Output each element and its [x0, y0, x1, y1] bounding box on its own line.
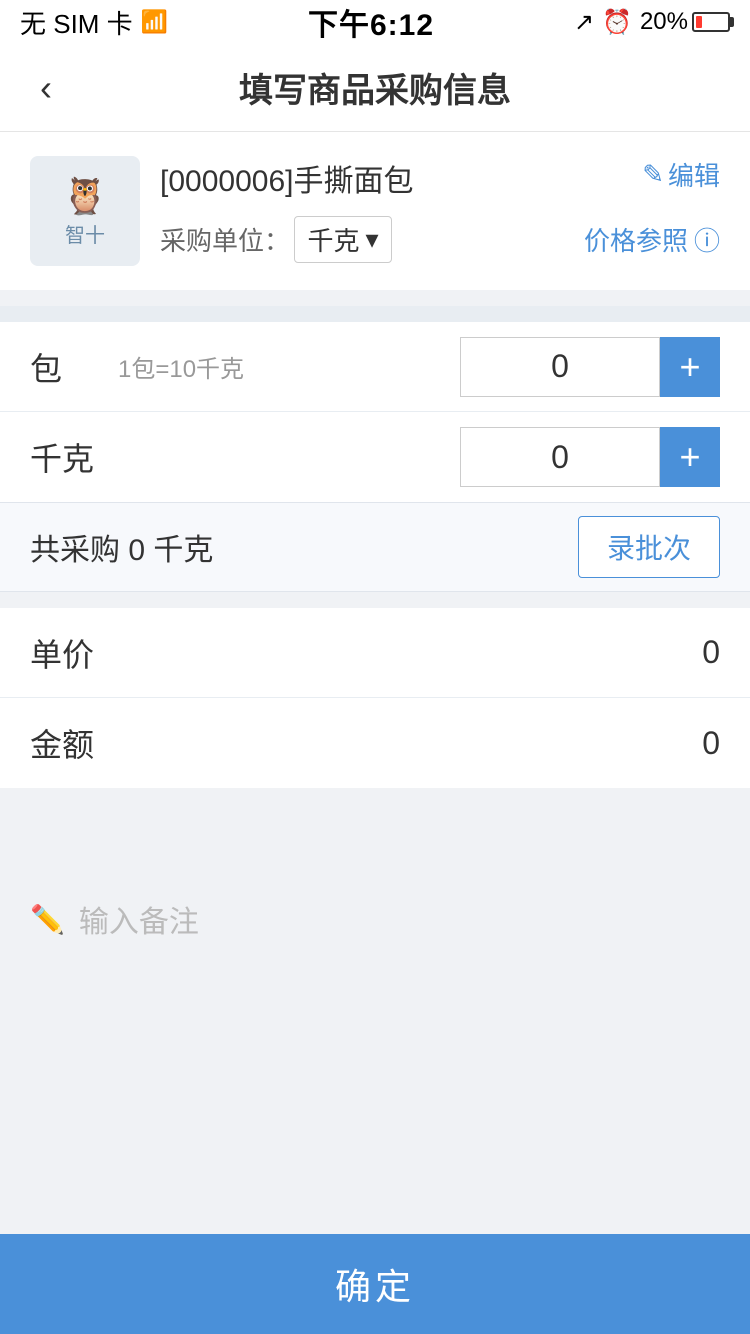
unit-price-label: 单价 [30, 630, 94, 676]
price-section: 单价 0 金额 0 [0, 608, 750, 788]
back-button[interactable]: ‹ [30, 57, 62, 119]
unit-price-value: 0 [702, 634, 720, 671]
product-name: [0000006]手撕面包 [160, 156, 413, 200]
kg-plus-button[interactable]: + [660, 427, 720, 487]
unit-value: 千克 [307, 221, 359, 258]
status-bar: 无 SIM 卡 📶 下午6:12 ↗ ⏰ 20% [0, 0, 750, 44]
nav-bar: ‹ 填写商品采购信息 [0, 44, 750, 132]
owl-icon: 🦉 [63, 175, 108, 217]
amount-value: 0 [702, 725, 720, 762]
input-section: 包 1包=10千克 + 千克 + [0, 322, 750, 502]
bag-input-controls: + [460, 337, 720, 397]
section-divider-1 [0, 306, 750, 322]
confirm-button[interactable]: 确定 [0, 1234, 750, 1334]
unit-price-row: 单价 0 [0, 608, 750, 698]
carrier-label: 无 SIM 卡 [20, 4, 133, 41]
pencil-icon: ✏️ [30, 903, 65, 936]
edit-button[interactable]: ✎ 编辑 [642, 156, 720, 193]
battery-fill [696, 16, 702, 28]
unit-select-dropdown[interactable]: 千克 ▾ [294, 216, 391, 263]
price-reference-button[interactable]: 价格参照 ⓘ [584, 221, 720, 258]
summary-row: 共采购 0 千克 录批次 [0, 502, 750, 592]
unit-label: 采购单位： [160, 226, 290, 256]
product-unit-row: 采购单位： 千克 ▾ 价格参照 ⓘ [160, 216, 720, 263]
wifi-icon: 📶 [141, 9, 168, 35]
product-image: 🦉 智十 [30, 156, 140, 266]
product-header: [0000006]手撕面包 ✎ 编辑 [160, 156, 720, 200]
content-filler [0, 1034, 750, 1234]
battery-percent: 20% [640, 8, 688, 36]
status-left: 无 SIM 卡 📶 [20, 4, 168, 41]
battery-icon [692, 12, 730, 32]
bag-quantity-input[interactable] [460, 337, 660, 397]
kg-label: 千克 [30, 434, 110, 480]
bag-label: 包 [30, 344, 110, 390]
amount-label: 金额 [30, 720, 94, 766]
product-card: 🦉 智十 [0000006]手撕面包 ✎ 编辑 采购单位： 千克 ▾ 价格参照 … [0, 132, 750, 290]
alarm-icon: ⏰ [602, 8, 632, 37]
edit-icon: ✎ [642, 159, 664, 190]
kg-input-row: 千克 + [0, 412, 750, 502]
kg-input-controls: + [460, 427, 720, 487]
battery-container: 20% [640, 8, 730, 36]
bag-plus-button[interactable]: + [660, 337, 720, 397]
edit-label: 编辑 [668, 156, 720, 193]
bag-input-row: 包 1包=10千克 + [0, 322, 750, 412]
status-right: ↗ ⏰ 20% [574, 8, 730, 37]
unit-selector-group: 采购单位： 千克 ▾ [160, 216, 392, 263]
product-info: [0000006]手撕面包 ✎ 编辑 采购单位： 千克 ▾ 价格参照 ⓘ [160, 156, 720, 263]
chevron-down-icon: ▾ [365, 224, 378, 255]
info-icon: ⓘ [694, 221, 720, 258]
summary-text: 共采购 0 千克 [30, 525, 213, 569]
bag-sublabel: 1包=10千克 [118, 349, 460, 384]
price-ref-label: 价格参照 [584, 221, 688, 258]
kg-quantity-input[interactable] [460, 427, 660, 487]
notes-section[interactable]: ✏️ 输入备注 [0, 804, 750, 1034]
brand-label: 智十 [65, 219, 105, 248]
amount-row: 金额 0 [0, 698, 750, 788]
page-title: 填写商品采购信息 [239, 63, 511, 112]
notes-placeholder: 输入备注 [79, 897, 199, 941]
time-label: 下午6:12 [308, 0, 434, 44]
location-icon: ↗ [574, 8, 594, 37]
batch-button[interactable]: 录批次 [578, 516, 720, 578]
